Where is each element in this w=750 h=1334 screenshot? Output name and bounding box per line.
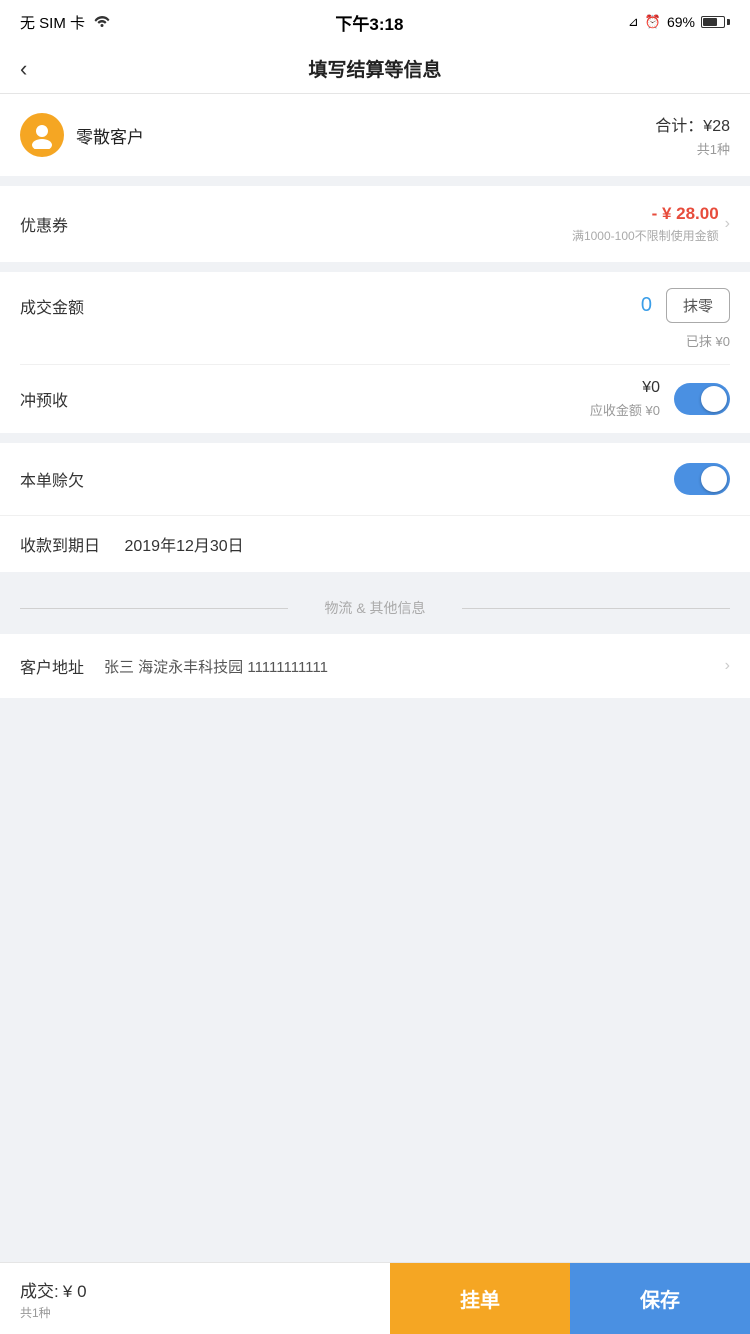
bottom-deal-amount: ¥ 0	[63, 1282, 87, 1301]
alarm-icon: ⏰	[645, 14, 661, 30]
deal-amount-right: 0 抹零	[641, 288, 730, 323]
address-value: 张三 海淀永丰科技园 11111111111	[104, 656, 725, 677]
prepay-row: 冲预收 ¥0 应收金额 ¥0	[0, 365, 750, 433]
prepay-toggle[interactable]	[674, 383, 730, 415]
status-bar: 无 SIM 卡 下午3:18 ⊿ ⏰ 69%	[0, 0, 750, 44]
prepay-value: ¥0 应收金额 ¥0	[590, 379, 660, 419]
back-button[interactable]: ‹	[12, 48, 35, 90]
address-label: 客户地址	[20, 654, 84, 678]
debt-label: 本单赊欠	[20, 467, 84, 491]
deal-amount-value: 0	[641, 294, 652, 317]
coupon-label: 优惠券	[20, 212, 68, 236]
prepay-right: ¥0 应收金额 ¥0	[590, 379, 730, 419]
battery-percent: 69%	[667, 14, 695, 30]
prepay-amount: ¥0	[590, 379, 660, 397]
customer-left: 零散客户	[20, 113, 144, 157]
coupon-card: 优惠券 - ¥ 28.00 满1000-100不限制使用金额 ›	[0, 186, 750, 262]
logistics-label: 物流 & 其他信息	[324, 598, 425, 618]
address-chevron-icon: ›	[725, 657, 730, 675]
duedate-value: 2019年12月30日	[124, 538, 243, 555]
coupon-desc: 满1000-100不限制使用金额	[572, 227, 719, 244]
prepay-sub: 应收金额 ¥0	[590, 400, 660, 419]
toggle-knob	[701, 386, 727, 412]
deal-amount-label: 成交金额	[20, 294, 84, 318]
avatar	[20, 113, 64, 157]
debt-toggle[interactable]	[674, 463, 730, 495]
customer-name: 零散客户	[76, 123, 144, 148]
duedate-label: 收款到期日	[20, 538, 100, 555]
logistics-line-left	[20, 608, 288, 609]
hold-button[interactable]: 挂单	[390, 1263, 570, 1334]
coupon-value: - ¥ 28.00 满1000-100不限制使用金额	[572, 204, 719, 244]
deal-amount-row: 成交金额 0 抹零	[0, 272, 750, 329]
wifi-icon	[93, 13, 111, 31]
status-left: 无 SIM 卡	[20, 12, 111, 33]
prepay-label: 冲预收	[20, 387, 68, 411]
duedate-row: 收款到期日 2019年12月30日	[0, 515, 750, 572]
chevron-right-icon: ›	[725, 215, 730, 233]
address-row[interactable]: 客户地址 张三 海淀永丰科技园 11111111111 ›	[0, 634, 750, 698]
content: 零散客户 合计：¥28 共1种 优惠券 - ¥ 28.00 满1000-100不…	[0, 94, 750, 788]
nav-bar: ‹ 填写结算等信息	[0, 44, 750, 94]
deal-card: 成交金额 0 抹零 已抹 ¥0 冲预收 ¥0 应收金额 ¥0	[0, 272, 750, 433]
status-right: ⊿ ⏰ 69%	[628, 14, 730, 30]
total-count: 共1种	[655, 139, 730, 158]
address-card: 客户地址 张三 海淀永丰科技园 11111111111 ›	[0, 634, 750, 698]
location-icon: ⊿	[628, 14, 639, 30]
debt-card: 本单赊欠 收款到期日 2019年12月30日	[0, 443, 750, 572]
debt-toggle-knob	[701, 466, 727, 492]
bottom-deal-label: 成交:	[20, 1282, 59, 1301]
total-amount: 合计：¥28	[655, 112, 730, 136]
coupon-row[interactable]: 优惠券 - ¥ 28.00 满1000-100不限制使用金额 ›	[0, 186, 750, 262]
logistics-line-right	[462, 608, 730, 609]
bottom-bar: 成交: ¥ 0 共1种 挂单 保存	[0, 1262, 750, 1334]
deal-sub-text: 已抹 ¥0	[0, 329, 750, 364]
page-title: 填写结算等信息	[308, 55, 441, 82]
bottom-summary: 成交: ¥ 0 共1种	[0, 1277, 390, 1321]
bottom-deal-line: 成交: ¥ 0	[20, 1277, 370, 1302]
save-button[interactable]: 保存	[570, 1263, 750, 1334]
battery-icon	[701, 16, 730, 28]
debt-row: 本单赊欠	[0, 443, 750, 515]
coupon-right: - ¥ 28.00 满1000-100不限制使用金额 ›	[572, 204, 730, 244]
customer-row: 零散客户 合计：¥28 共1种	[0, 94, 750, 176]
round-button[interactable]: 抹零	[666, 288, 730, 323]
logistics-header: 物流 & 其他信息	[0, 582, 750, 634]
coupon-discount: - ¥ 28.00	[572, 204, 719, 224]
customer-card: 零散客户 合计：¥28 共1种	[0, 94, 750, 176]
bottom-count: 共1种	[20, 1304, 370, 1321]
customer-summary: 合计：¥28 共1种	[655, 112, 730, 158]
network-label: 无 SIM 卡	[20, 12, 85, 33]
status-time: 下午3:18	[335, 10, 403, 35]
